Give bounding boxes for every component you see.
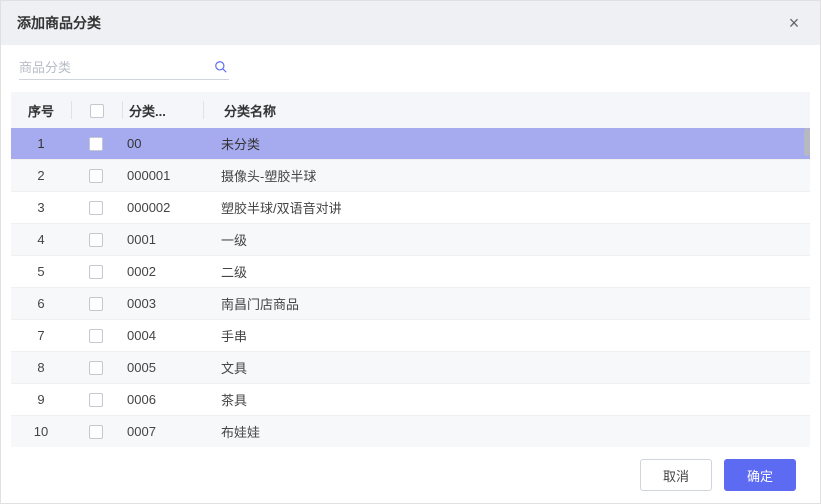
add-category-modal: 添加商品分类 × 序号 分类... 分类名称 1 00未分类 2 000001摄像头-…	[0, 0, 821, 504]
cell-checkbox	[71, 200, 121, 216]
search-input[interactable]	[19, 60, 213, 75]
scrollbar-thumb[interactable]	[804, 128, 810, 156]
header-code: 分类...	[123, 101, 203, 120]
table-row[interactable]: 6 0003南昌门店商品	[11, 288, 810, 320]
cell-code: 000002	[121, 200, 201, 215]
cell-index: 5	[11, 264, 71, 279]
cell-name: 南昌门店商品	[201, 294, 810, 313]
cell-code: 0006	[121, 392, 201, 407]
close-icon: ×	[789, 13, 800, 34]
cell-name: 文具	[201, 358, 810, 377]
header-name: 分类名称	[204, 101, 810, 120]
row-checkbox[interactable]	[89, 329, 103, 343]
cell-index: 6	[11, 296, 71, 311]
row-checkbox[interactable]	[89, 233, 103, 247]
header-checkbox-cell	[72, 102, 122, 118]
header-index: 序号	[11, 101, 71, 120]
confirm-button[interactable]: 确定	[724, 459, 796, 491]
table-body[interactable]: 1 00未分类 2 000001摄像头-塑胶半球 3 000002塑胶半球/双语音对讲 4 0…	[11, 128, 810, 447]
close-button[interactable]: ×	[784, 13, 804, 33]
cell-name: 手串	[201, 326, 810, 345]
modal-header: 添加商品分类 ×	[1, 1, 820, 45]
row-checkbox[interactable]	[89, 425, 103, 439]
table-row[interactable]: 8 0005文具	[11, 352, 810, 384]
cell-name: 茶具	[201, 390, 810, 409]
table-row[interactable]: 1 00未分类	[11, 128, 810, 160]
cell-index: 3	[11, 200, 71, 215]
cell-index: 7	[11, 328, 71, 343]
search-field-wrap	[19, 59, 229, 80]
modal-footer: 取消 确定	[1, 447, 820, 503]
cell-checkbox	[71, 424, 121, 440]
cancel-button[interactable]: 取消	[640, 459, 712, 491]
cell-name: 摄像头-塑胶半球	[201, 166, 810, 185]
cell-name: 布娃娃	[201, 422, 810, 441]
table-row[interactable]: 3 000002塑胶半球/双语音对讲	[11, 192, 810, 224]
cell-checkbox	[71, 392, 121, 408]
select-all-checkbox[interactable]	[90, 104, 104, 118]
cell-checkbox	[71, 136, 121, 152]
cell-code: 000001	[121, 168, 201, 183]
cell-code: 00	[121, 136, 201, 151]
cell-code: 0003	[121, 296, 201, 311]
cell-checkbox	[71, 232, 121, 248]
cell-checkbox	[71, 168, 121, 184]
row-checkbox[interactable]	[89, 297, 103, 311]
cell-index: 9	[11, 392, 71, 407]
cell-index: 1	[11, 136, 71, 151]
cell-name: 未分类	[201, 134, 810, 153]
table-row[interactable]: 10 0007布娃娃	[11, 416, 810, 447]
cell-code: 0004	[121, 328, 201, 343]
cell-code: 0005	[121, 360, 201, 375]
cell-checkbox	[71, 264, 121, 280]
modal-title: 添加商品分类	[17, 13, 101, 33]
table-header-row: 序号 分类... 分类名称	[11, 92, 810, 128]
cell-code: 0002	[121, 264, 201, 279]
row-checkbox[interactable]	[89, 265, 103, 279]
cell-checkbox	[71, 328, 121, 344]
table-row[interactable]: 9 0006茶具	[11, 384, 810, 416]
cell-index: 2	[11, 168, 71, 183]
table-row[interactable]: 5 0002二级	[11, 256, 810, 288]
row-checkbox[interactable]	[89, 201, 103, 215]
cell-checkbox	[71, 296, 121, 312]
cell-code: 0007	[121, 424, 201, 439]
cell-code: 0001	[121, 232, 201, 247]
table-row[interactable]: 4 0001一级	[11, 224, 810, 256]
table: 序号 分类... 分类名称 1 00未分类 2 000001摄像头-塑胶半球 3 0000…	[1, 92, 820, 447]
row-checkbox[interactable]	[89, 361, 103, 375]
row-checkbox[interactable]	[89, 137, 103, 151]
cell-index: 8	[11, 360, 71, 375]
row-checkbox[interactable]	[89, 393, 103, 407]
cell-index: 10	[11, 424, 71, 439]
row-checkbox[interactable]	[89, 169, 103, 183]
table-row[interactable]: 7 0004手串	[11, 320, 810, 352]
cell-name: 一级	[201, 230, 810, 249]
cell-name: 二级	[201, 262, 810, 281]
search-icon[interactable]	[213, 59, 229, 75]
cell-checkbox	[71, 360, 121, 376]
table-row[interactable]: 2 000001摄像头-塑胶半球	[11, 160, 810, 192]
cell-index: 4	[11, 232, 71, 247]
cell-name: 塑胶半球/双语音对讲	[201, 198, 810, 217]
search-row	[1, 45, 820, 92]
